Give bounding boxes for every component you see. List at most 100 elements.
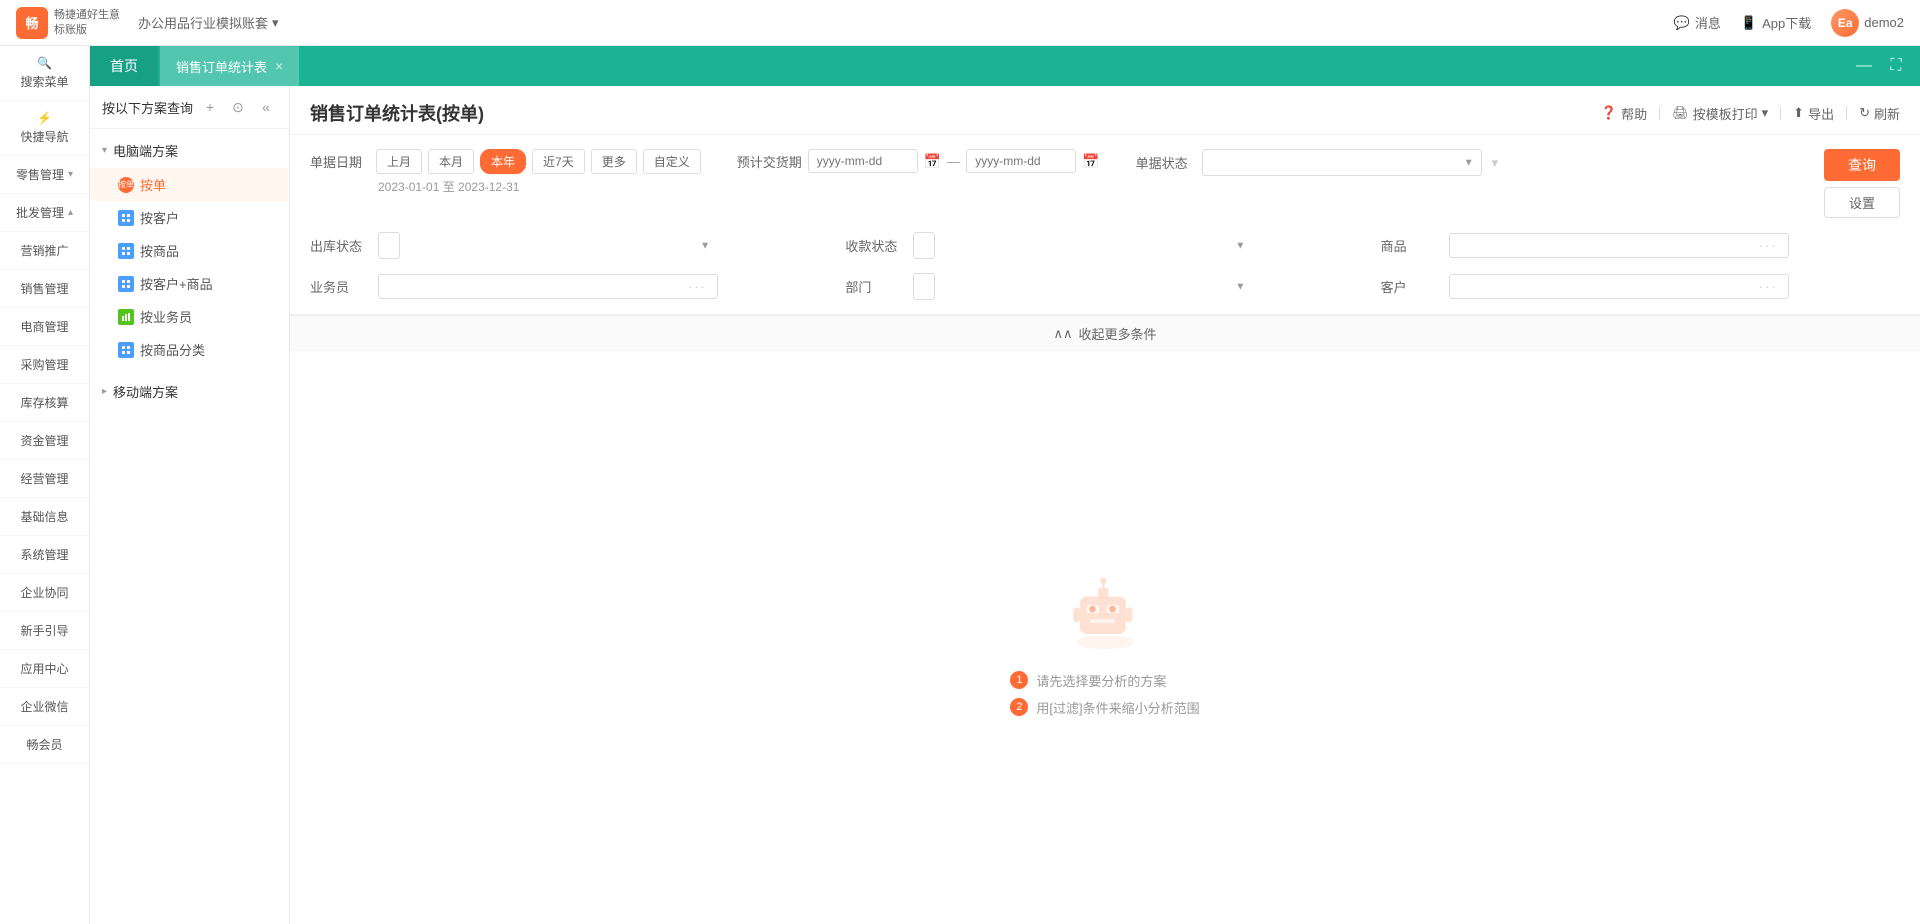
maximize-button[interactable]: ⛶	[1884, 54, 1908, 78]
salesperson-dots: ···	[688, 279, 707, 294]
sidebar-item-search[interactable]: 🔍 搜索菜单	[0, 46, 89, 101]
content-area: 首页 销售订单统计表 × — ⛶ 按以下方案查询	[90, 46, 1920, 924]
refresh-button[interactable]: ↻ 刷新	[1859, 104, 1900, 123]
date-last-month-btn[interactable]: 上月	[376, 149, 422, 174]
sidebar-item-quicknav[interactable]: ⚡ 快捷导航	[0, 101, 89, 156]
goods-selector[interactable]: ···	[1449, 233, 1789, 258]
customer-dots: ···	[1759, 279, 1778, 294]
scheme-customer-icon	[118, 210, 134, 226]
sidebar-item-retail[interactable]: 零售管理 ▾	[0, 156, 89, 194]
date-label: 单据日期	[310, 152, 370, 171]
minus-icon: —	[1856, 57, 1872, 75]
ship-status-select[interactable]	[378, 232, 400, 259]
sidebar-item-marketing[interactable]: 营销推广	[0, 232, 89, 270]
collapse-filter-button[interactable]: ∧∧ 收起更多条件	[290, 315, 1920, 351]
sidebar-item-wholesale[interactable]: 批发管理 ▴	[0, 194, 89, 232]
calendar-end-icon[interactable]: 📅	[1082, 153, 1099, 170]
sidebar-item-newbie[interactable]: 新手引导	[0, 612, 89, 650]
sidebar-item-finance[interactable]: 资金管理	[0, 422, 89, 460]
tab-close-icon[interactable]: ×	[275, 58, 283, 74]
scheme-order-icon: 按单	[118, 177, 134, 193]
goods-dots: ···	[1759, 238, 1778, 253]
print-icon: 🖨	[1672, 105, 1689, 121]
single-status-label: 单据状态	[1136, 153, 1196, 172]
empty-tips: 1 请先选择要分析的方案 2 用[过滤]条件来缩小分析范围	[1010, 671, 1199, 717]
settings-scheme-button[interactable]: ⊙	[227, 96, 249, 118]
predicted-date-start[interactable]	[808, 149, 918, 173]
date-custom-btn[interactable]: 自定义	[643, 149, 701, 174]
scheme-item-by-goods-category[interactable]: 按商品分类	[90, 333, 289, 366]
date-last7days-btn[interactable]: 近7天	[532, 149, 585, 174]
scheme-item-by-goods[interactable]: 按商品	[90, 234, 289, 267]
tab-home[interactable]: 首页	[90, 46, 158, 86]
messages-button[interactable]: 💬 消息	[1674, 13, 1721, 32]
sidebar-item-inventory[interactable]: 库存核算	[0, 384, 89, 422]
filter-settings-button[interactable]: 设置	[1824, 187, 1900, 218]
logo-area: 畅 畅捷通好生意 标账版	[16, 7, 120, 39]
chevron-up-icon: ▴	[68, 207, 73, 218]
scheme-salesperson-icon	[118, 309, 134, 325]
date-this-year-btn[interactable]: 本年	[480, 149, 526, 174]
salesperson-selector[interactable]: ···	[378, 274, 718, 299]
ship-status-label: 出库状态	[310, 236, 370, 255]
sidebar: 🔍 搜索菜单 ⚡ 快捷导航 零售管理 ▾ 批发管理 ▴ 营销推广 销售管理 电商…	[0, 46, 90, 924]
sidebar-item-purchase[interactable]: 采购管理	[0, 346, 89, 384]
customer-selector[interactable]: ···	[1449, 274, 1789, 299]
department-select[interactable]	[913, 273, 935, 300]
logo-text: 畅捷通好生意 标账版	[54, 8, 120, 37]
salesperson-label: 业务员	[310, 277, 370, 296]
help-button[interactable]: ❓ 帮助	[1601, 104, 1647, 123]
scheme-item-by-salesperson[interactable]: 按业务员	[90, 300, 289, 333]
plus-icon: +	[206, 99, 214, 115]
app-selector[interactable]: 办公用品行业模拟账套 ▾	[130, 9, 287, 36]
sidebar-item-enterprise[interactable]: 企业协同	[0, 574, 89, 612]
scheme-goods-category-icon	[118, 342, 134, 358]
title-actions: ❓ 帮助 🖨 按模板打印 ▾ ⬆ 导出	[1601, 104, 1900, 123]
app-download-button[interactable]: 📱 App下载	[1741, 13, 1811, 32]
empty-tip-1: 1 请先选择要分析的方案	[1010, 671, 1199, 690]
user-menu[interactable]: Ea demo2	[1831, 9, 1904, 37]
print-button[interactable]: 🖨 按模板打印 ▾	[1672, 104, 1768, 123]
refresh-icon: ↻	[1859, 105, 1870, 121]
search-icon: 🔍	[37, 56, 52, 70]
logo-icon: 畅	[16, 7, 48, 39]
collapse-panel-button[interactable]: «	[255, 96, 277, 118]
scheme-item-by-customer[interactable]: 按客户	[90, 201, 289, 234]
filter-area: 单据日期 上月 本月 本年 近7天 更多 自定义 2023-01-01 至 20…	[290, 135, 1920, 315]
divider3	[1846, 106, 1847, 120]
add-scheme-button[interactable]: +	[199, 96, 221, 118]
query-button[interactable]: 查询	[1824, 149, 1900, 181]
right-panel: 销售订单统计表(按单) ❓ 帮助 🖨 按模板打印 ▾	[290, 86, 1920, 924]
sidebar-item-apps[interactable]: 应用中心	[0, 650, 89, 688]
date-this-month-btn[interactable]: 本月	[428, 149, 474, 174]
scheme-parent-mobile[interactable]: ▸ 移动端方案	[90, 374, 289, 409]
date-more-btn[interactable]: 更多	[591, 149, 637, 174]
customer-label: 客户	[1381, 277, 1441, 296]
message-icon: 💬	[1674, 15, 1690, 31]
left-panel-icons: + ⊙ «	[199, 96, 277, 118]
sidebar-item-wechat[interactable]: 企业微信	[0, 688, 89, 726]
scheme-item-by-order[interactable]: 按单 按单	[90, 168, 289, 201]
receipt-status-select[interactable]	[913, 232, 935, 259]
single-status-select[interactable]	[1202, 149, 1482, 176]
chevron-down-icon: ▾	[272, 15, 279, 31]
calendar-start-icon[interactable]: 📅	[924, 153, 941, 170]
sidebar-item-ecommerce[interactable]: 电商管理	[0, 308, 89, 346]
predicted-date-end[interactable]	[966, 149, 1076, 173]
export-button[interactable]: ⬆ 导出	[1793, 104, 1834, 123]
nav-icon: ⚡	[37, 111, 52, 125]
sidebar-item-sales[interactable]: 销售管理	[0, 270, 89, 308]
sidebar-item-basic[interactable]: 基础信息	[0, 498, 89, 536]
sidebar-item-system[interactable]: 系统管理	[0, 536, 89, 574]
minimize-button[interactable]: —	[1852, 54, 1876, 78]
tab-sales-order-stats[interactable]: 销售订单统计表 ×	[160, 46, 299, 86]
header-right: 💬 消息 📱 App下载 Ea demo2	[1674, 9, 1904, 37]
expand-arrow-icon: ▾	[102, 145, 107, 156]
sidebar-item-members[interactable]: 畅会员	[0, 726, 89, 764]
sidebar-item-operations[interactable]: 经营管理	[0, 460, 89, 498]
date-range-display: 2023-01-01 至 2023-12-31	[314, 178, 701, 195]
scheme-parent-desktop[interactable]: ▾ 电脑端方案	[90, 133, 289, 168]
single-status-more-icon[interactable]: ▾	[1492, 155, 1499, 171]
scheme-group-desktop: ▾ 电脑端方案 按单 按单 按客户	[90, 129, 289, 370]
scheme-item-by-customer-goods[interactable]: 按客户+商品	[90, 267, 289, 300]
